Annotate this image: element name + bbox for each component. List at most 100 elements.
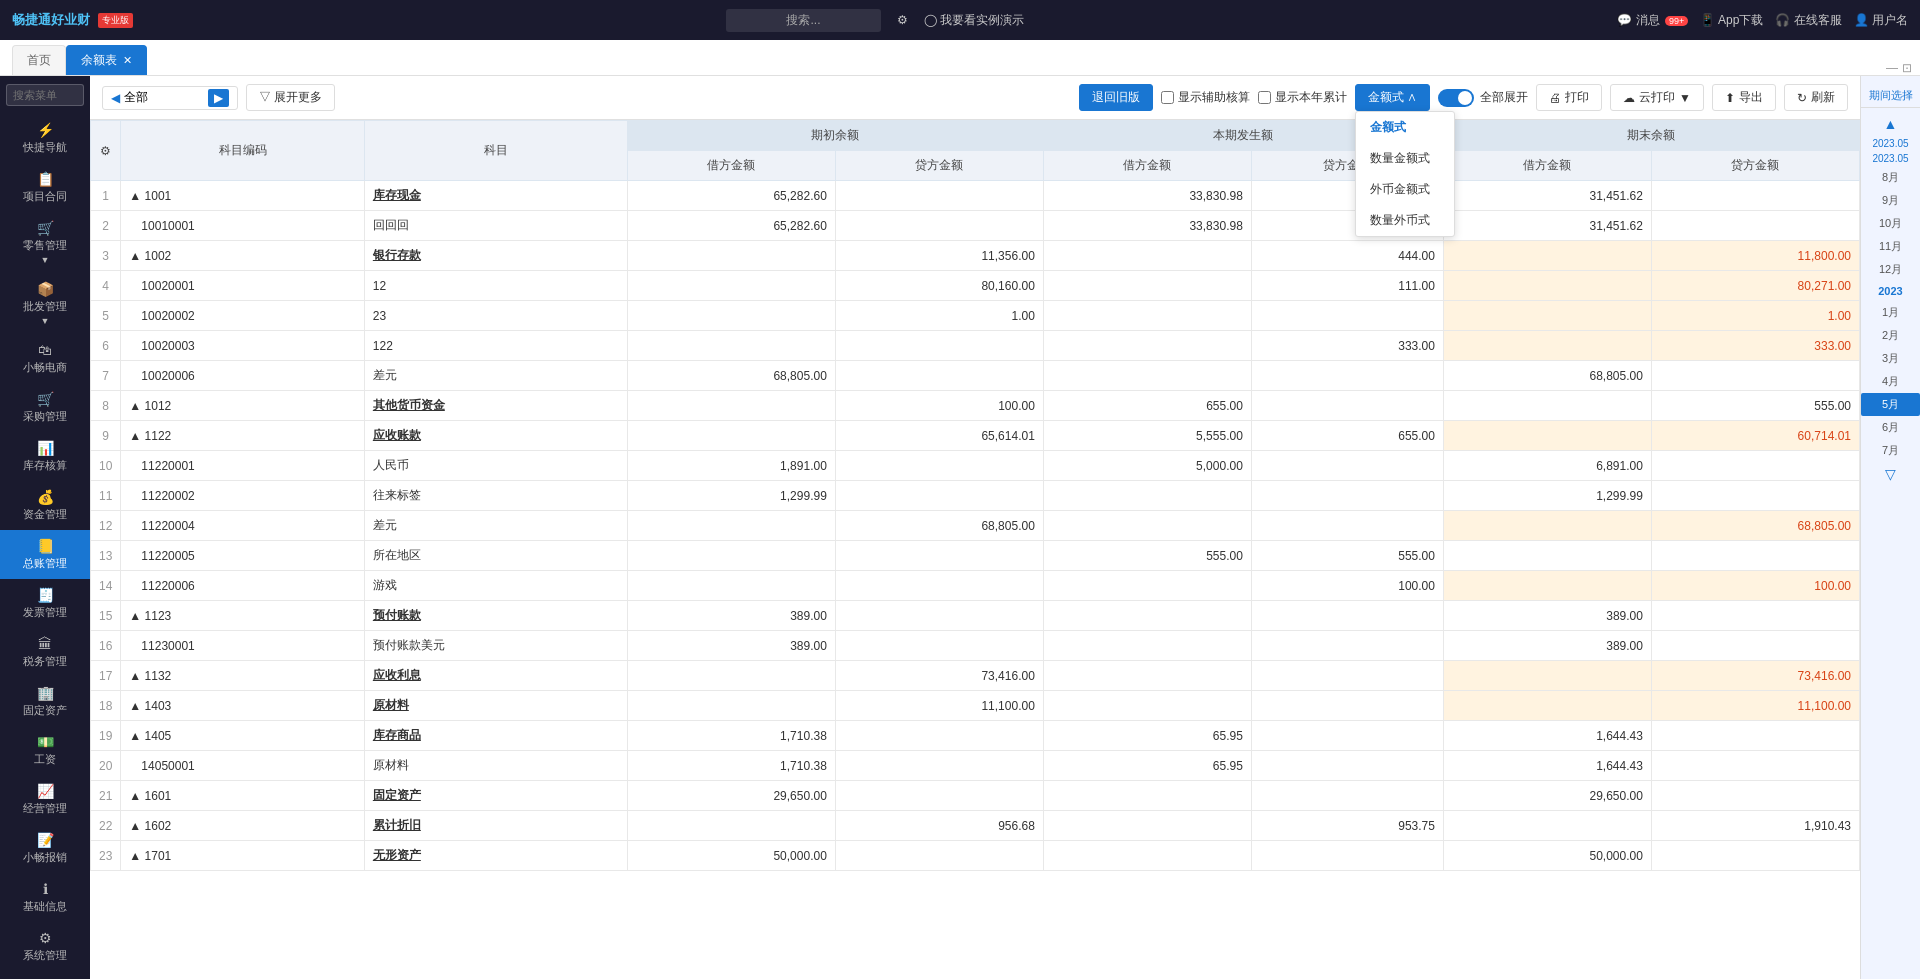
- month-2[interactable]: 2月: [1861, 324, 1920, 347]
- format-btn[interactable]: 金额式 ∧: [1355, 84, 1430, 111]
- table-settings-icon[interactable]: ⚙: [100, 144, 111, 158]
- window-minimize-btn[interactable]: —: [1886, 61, 1898, 75]
- row-name[interactable]: 23: [364, 301, 627, 331]
- app-download-btn[interactable]: 📱 App下载: [1700, 12, 1763, 29]
- return-old-btn[interactable]: 退回旧版: [1079, 84, 1153, 111]
- row-code[interactable]: 11220001: [121, 451, 364, 481]
- print-btn[interactable]: 🖨 打印: [1536, 84, 1602, 111]
- row-name[interactable]: 差元: [364, 511, 627, 541]
- month-4[interactable]: 4月: [1861, 370, 1920, 393]
- format-option-foreign[interactable]: 外币金额式: [1356, 174, 1454, 205]
- message-btn[interactable]: 💬 消息 99+: [1617, 12, 1688, 29]
- row-code[interactable]: ▲ 1405: [121, 721, 364, 751]
- row-code[interactable]: 10020006: [121, 361, 364, 391]
- month-5[interactable]: 5月: [1861, 393, 1920, 416]
- sidebar-item-expense[interactable]: 📝 小畅报销: [0, 824, 90, 873]
- format-option-qty-amount[interactable]: 数量金额式: [1356, 143, 1454, 174]
- sidebar-item-ledger[interactable]: 📒 总账管理: [0, 530, 90, 579]
- col-settings[interactable]: ⚙: [91, 121, 121, 181]
- sidebar-item-tax[interactable]: 🏛 税务管理: [0, 628, 90, 677]
- row-code[interactable]: 10010001: [121, 211, 364, 241]
- row-code[interactable]: ▲ 1122: [121, 421, 364, 451]
- demo-link[interactable]: ◯ 我要看实例演示: [924, 12, 1024, 29]
- row-code[interactable]: 11220004: [121, 511, 364, 541]
- sidebar-item-basic[interactable]: ℹ 基础信息: [0, 873, 90, 922]
- row-name[interactable]: 其他货币资金: [364, 391, 627, 421]
- period-down-btn[interactable]: ▽: [1881, 462, 1900, 486]
- row-code[interactable]: 10020003: [121, 331, 364, 361]
- show-year-sum-check[interactable]: [1258, 91, 1271, 104]
- sidebar-item-quicknav[interactable]: ⚡ 快捷导航: [0, 114, 90, 163]
- sidebar-item-payroll[interactable]: 💵 工资: [0, 726, 90, 775]
- month-10[interactable]: 10月: [1861, 212, 1920, 235]
- refresh-btn[interactable]: ↻ 刷新: [1784, 84, 1848, 111]
- row-code[interactable]: ▲ 1602: [121, 811, 364, 841]
- row-code[interactable]: ▲ 1002: [121, 241, 364, 271]
- sidebar-item-project[interactable]: 📋 项目合同: [0, 163, 90, 212]
- sidebar-item-collab[interactable]: 🤝 企业协同: [0, 971, 90, 979]
- month-9[interactable]: 9月: [1861, 189, 1920, 212]
- row-code[interactable]: 14050001: [121, 751, 364, 781]
- row-code[interactable]: ▲ 1123: [121, 601, 364, 631]
- tab-close-icon[interactable]: ✕: [123, 54, 132, 67]
- row-name[interactable]: 应收利息: [364, 661, 627, 691]
- row-name[interactable]: 原材料: [364, 691, 627, 721]
- online-service-btn[interactable]: 🎧 在线客服: [1775, 12, 1841, 29]
- sidebar-item-retail[interactable]: 🛒 零售管理 ▼: [0, 212, 90, 273]
- expand-all-toggle[interactable]: [1438, 89, 1474, 107]
- row-code[interactable]: ▲ 1012: [121, 391, 364, 421]
- row-code[interactable]: ▲ 1601: [121, 781, 364, 811]
- search-input[interactable]: [124, 91, 204, 105]
- sidebar-item-fixedassets[interactable]: 🏢 固定资产: [0, 677, 90, 726]
- search-bar[interactable]: 搜索...: [726, 9, 880, 32]
- search-right-icon[interactable]: ▶: [208, 89, 229, 107]
- user-avatar[interactable]: 👤 用户名: [1854, 12, 1908, 29]
- period-up-btn[interactable]: ▲: [1880, 112, 1902, 136]
- row-code[interactable]: 11220002: [121, 481, 364, 511]
- row-name[interactable]: 预付账款美元: [364, 631, 627, 661]
- tab-balance-sheet[interactable]: 余额表 ✕: [66, 45, 147, 75]
- sidebar-item-purchase[interactable]: 🛒 采购管理: [0, 383, 90, 432]
- row-name[interactable]: 差元: [364, 361, 627, 391]
- sidebar-item-invoice[interactable]: 🧾 发票管理: [0, 579, 90, 628]
- month-12[interactable]: 12月: [1861, 258, 1920, 281]
- month-3[interactable]: 3月: [1861, 347, 1920, 370]
- row-name[interactable]: 库存商品: [364, 721, 627, 751]
- row-name[interactable]: 原材料: [364, 751, 627, 781]
- sidebar-item-finance[interactable]: 💰 资金管理: [0, 481, 90, 530]
- row-code[interactable]: 11230001: [121, 631, 364, 661]
- row-name[interactable]: 人民币: [364, 451, 627, 481]
- row-name[interactable]: 固定资产: [364, 781, 627, 811]
- show-assist-check[interactable]: [1161, 91, 1174, 104]
- row-name[interactable]: 应收账款: [364, 421, 627, 451]
- row-code[interactable]: ▲ 1132: [121, 661, 364, 691]
- sidebar-item-ecommerce[interactable]: 🛍 小畅电商: [0, 334, 90, 383]
- format-option-qty-foreign[interactable]: 数量外币式: [1356, 205, 1454, 236]
- settings-icon[interactable]: ⚙: [897, 13, 908, 27]
- row-code[interactable]: ▲ 1701: [121, 841, 364, 871]
- sidebar-search-input[interactable]: [6, 84, 84, 106]
- row-name[interactable]: 122: [364, 331, 627, 361]
- row-name[interactable]: 所在地区: [364, 541, 627, 571]
- sidebar-item-operations[interactable]: 📈 经营管理: [0, 775, 90, 824]
- row-code[interactable]: ▲ 1001: [121, 181, 364, 211]
- row-name[interactable]: 银行存款: [364, 241, 627, 271]
- expand-more-btn[interactable]: ▽ 展开更多: [246, 84, 335, 111]
- row-name[interactable]: 预付账款: [364, 601, 627, 631]
- row-name[interactable]: 12: [364, 271, 627, 301]
- row-code[interactable]: ▲ 1403: [121, 691, 364, 721]
- row-code[interactable]: 11220005: [121, 541, 364, 571]
- row-name[interactable]: 库存现金: [364, 181, 627, 211]
- row-code[interactable]: 10020002: [121, 301, 364, 331]
- month-11[interactable]: 11月: [1861, 235, 1920, 258]
- format-option-amount[interactable]: 金额式: [1356, 112, 1454, 143]
- row-name[interactable]: 无形资产: [364, 841, 627, 871]
- row-code[interactable]: 10020001: [121, 271, 364, 301]
- sidebar-item-wholesale[interactable]: 📦 批发管理 ▼: [0, 273, 90, 334]
- month-1[interactable]: 1月: [1861, 301, 1920, 324]
- row-name[interactable]: 累计折旧: [364, 811, 627, 841]
- sidebar-item-inventory[interactable]: 📊 库存核算: [0, 432, 90, 481]
- row-name[interactable]: 游戏: [364, 571, 627, 601]
- month-7[interactable]: 7月: [1861, 439, 1920, 462]
- row-name[interactable]: 回回回: [364, 211, 627, 241]
